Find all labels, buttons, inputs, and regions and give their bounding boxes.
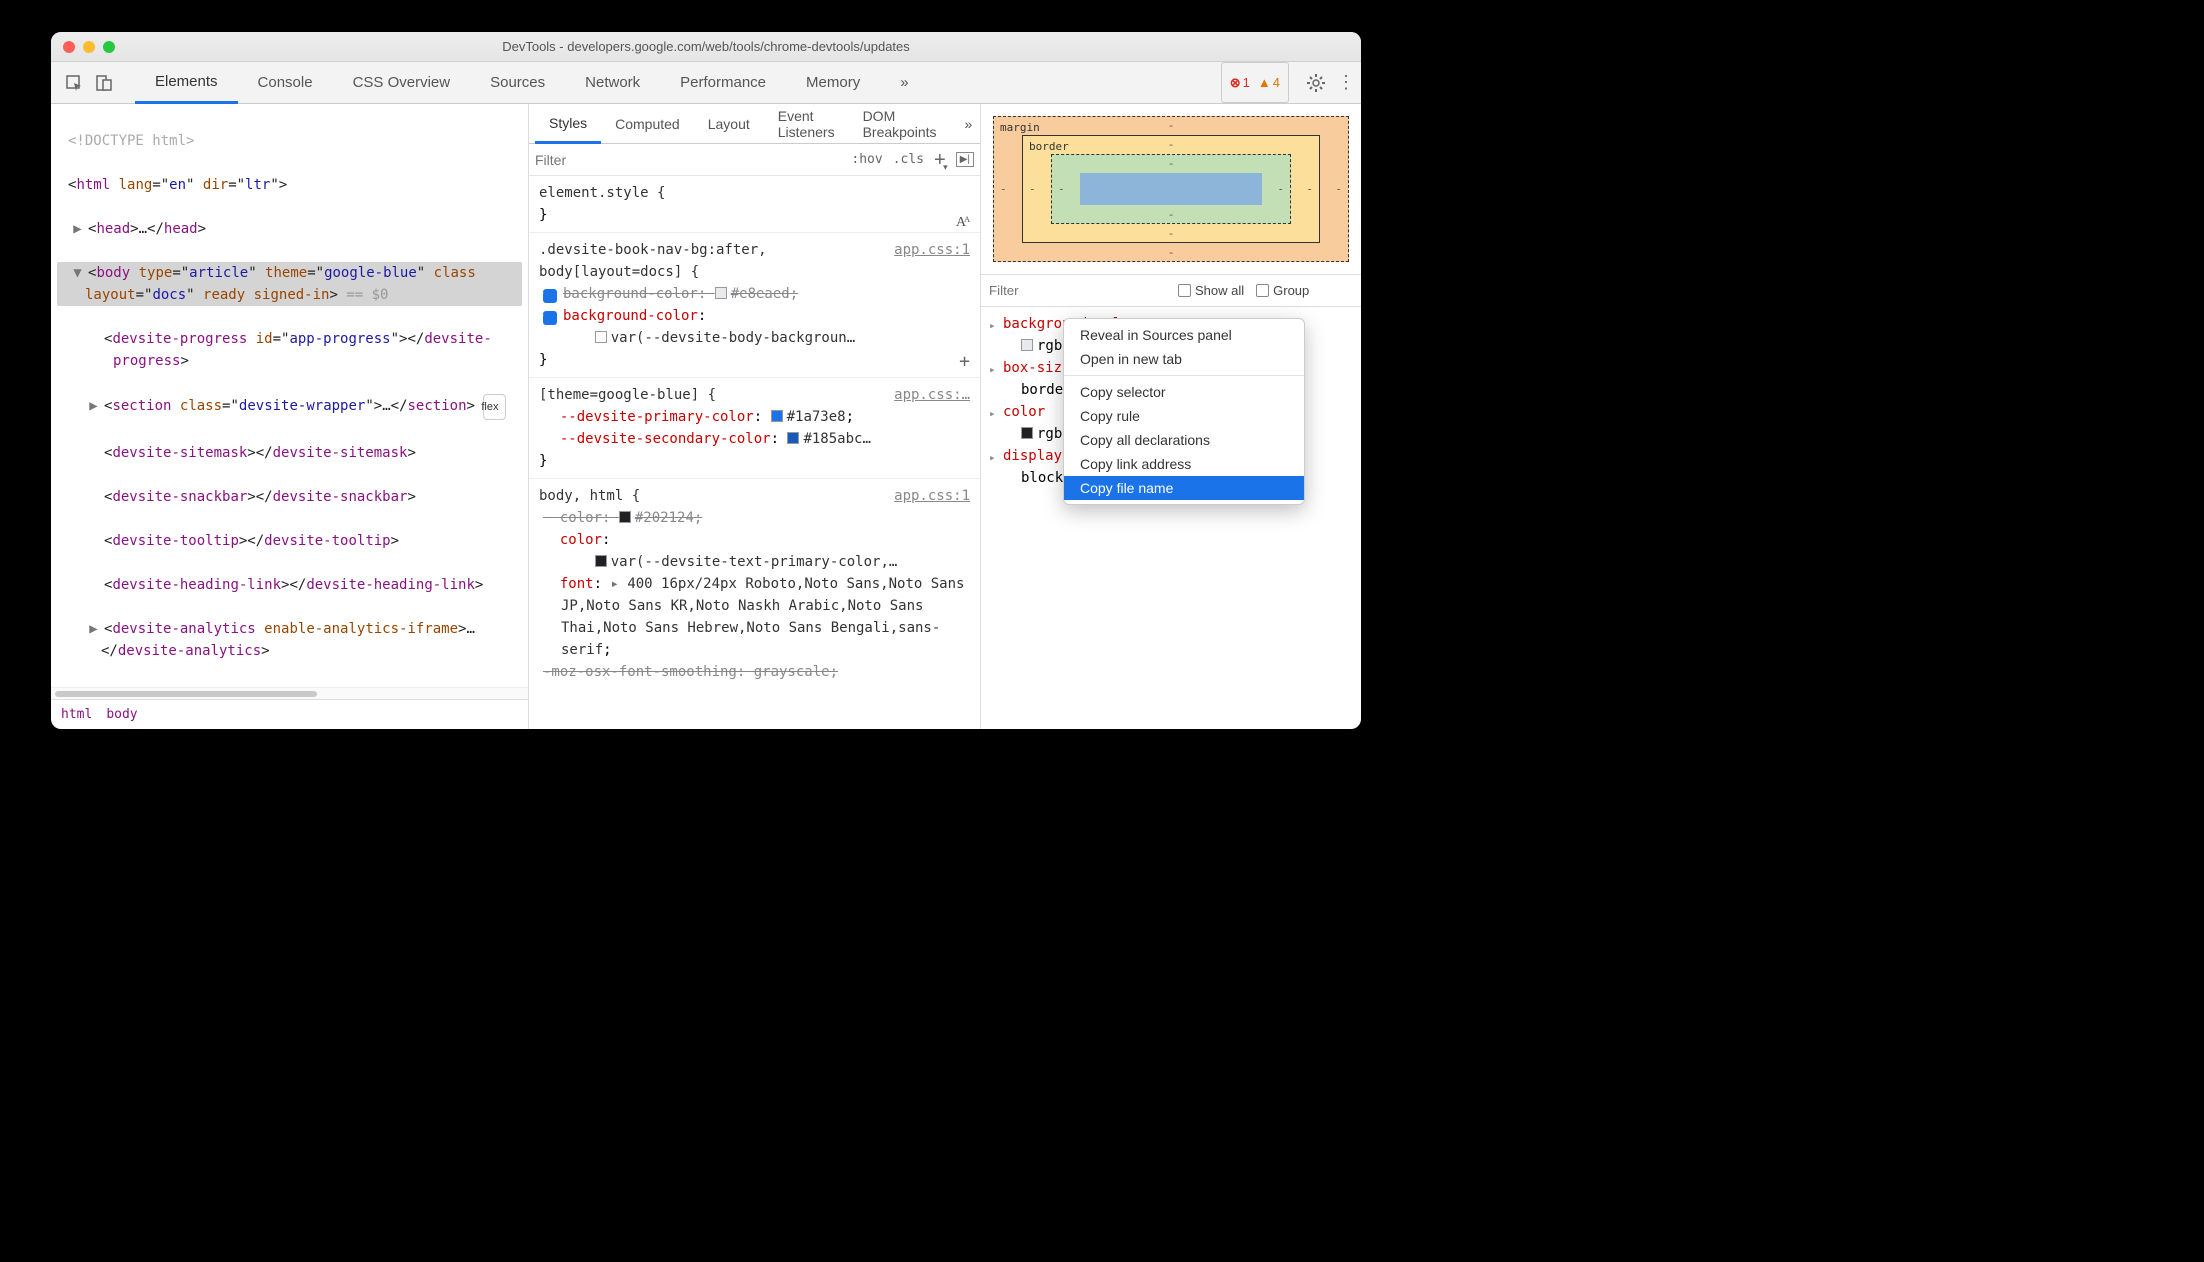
error-icon: ⊗ — [1230, 75, 1241, 91]
insert-rule-icon[interactable]: + — [959, 351, 970, 373]
window-title: DevTools - developers.google.com/web/too… — [51, 39, 1361, 54]
font-editor-icon[interactable]: Aᴬ — [956, 212, 968, 234]
crumb-body[interactable]: body — [106, 707, 137, 722]
showall-checkbox[interactable]: Show all — [1178, 283, 1244, 298]
expand-icon: ▶ — [76, 218, 88, 240]
styles-body[interactable]: element.style { } Aᴬ app.css:1 .devsite-… — [529, 176, 980, 729]
subtab-dom-breakpoints[interactable]: DOM Breakpoints — [849, 104, 951, 143]
tab-console[interactable]: Console — [238, 62, 333, 103]
hov-toggle[interactable]: :hov — [851, 152, 882, 167]
toggle-checkbox[interactable]: ✓ — [543, 289, 557, 303]
ctx-reveal-sources[interactable]: Reveal in Sources panel — [1064, 323, 1304, 347]
doctype: <!DOCTYPE html> — [57, 130, 522, 152]
group-checkbox[interactable]: Group — [1256, 283, 1309, 298]
device-toggle-icon[interactable] — [89, 62, 119, 103]
crumb-html[interactable]: html — [61, 707, 92, 722]
source-link[interactable]: app.css:1 — [894, 239, 970, 261]
selected-node[interactable]: ▼<body type="article" theme="google-blue… — [57, 262, 522, 306]
tab-memory[interactable]: Memory — [786, 62, 880, 103]
horizontal-scrollbar[interactable] — [51, 687, 528, 699]
warning-count: 4 — [1273, 75, 1280, 90]
settings-icon[interactable] — [1301, 62, 1331, 103]
toggle-checkbox[interactable]: ✓ — [543, 311, 557, 325]
ctx-copy-rule[interactable]: Copy rule — [1064, 404, 1304, 428]
subtab-styles[interactable]: Styles — [535, 104, 601, 144]
computed-filter-input[interactable] — [989, 283, 1166, 298]
ctx-copy-declarations[interactable]: Copy all declarations — [1064, 428, 1304, 452]
ctx-open-new-tab[interactable]: Open in new tab — [1064, 347, 1304, 371]
flex-badge[interactable]: flex — [483, 394, 505, 420]
ctx-copy-link-address[interactable]: Copy link address — [1064, 452, 1304, 476]
styles-filter-input[interactable] — [535, 152, 745, 168]
menu-separator — [1064, 375, 1304, 376]
ctx-copy-file-name[interactable]: Copy file name — [1064, 476, 1304, 500]
inspect-icon[interactable] — [59, 62, 89, 103]
source-link[interactable]: app.css:1 — [894, 485, 970, 507]
tab-css-overview[interactable]: CSS Overview — [333, 62, 471, 103]
tab-network[interactable]: Network — [565, 62, 660, 103]
tab-sources[interactable]: Sources — [470, 62, 565, 103]
source-link[interactable]: app.css:… — [894, 384, 970, 406]
toggle-computed-icon[interactable]: ▶| — [956, 152, 974, 167]
breadcrumbs: html body — [51, 699, 528, 729]
tab-performance[interactable]: Performance — [660, 62, 786, 103]
kebab-menu-icon[interactable]: ⋮ — [1331, 62, 1361, 103]
ctx-copy-selector[interactable]: Copy selector — [1064, 380, 1304, 404]
warning-icon: ▲ — [1258, 75, 1271, 90]
subtab-layout[interactable]: Layout — [694, 104, 764, 143]
box-model[interactable]: margin - - border - - - - - - — [981, 104, 1361, 275]
subtab-computed[interactable]: Computed — [601, 104, 694, 143]
titlebar: DevTools - developers.google.com/web/too… — [51, 32, 1361, 62]
tabs-overflow[interactable]: » — [880, 62, 928, 103]
error-count: 1 — [1243, 75, 1250, 90]
cls-toggle[interactable]: .cls — [893, 152, 924, 167]
tab-elements[interactable]: Elements — [135, 62, 238, 104]
new-rule-icon[interactable]: +▾ — [934, 150, 946, 170]
subtab-event-listeners[interactable]: Event Listeners — [764, 104, 849, 143]
error-warning-badges[interactable]: ⊗ 1 ▲ 4 — [1221, 62, 1289, 103]
context-menu: Reveal in Sources panel Open in new tab … — [1063, 318, 1305, 505]
main-tabbar: Elements Console CSS Overview Sources Ne… — [51, 62, 1361, 104]
rule-element-style[interactable]: element.style { — [539, 182, 970, 204]
dom-tree[interactable]: <!DOCTYPE html> <html lang="en" dir="ltr… — [51, 104, 528, 687]
